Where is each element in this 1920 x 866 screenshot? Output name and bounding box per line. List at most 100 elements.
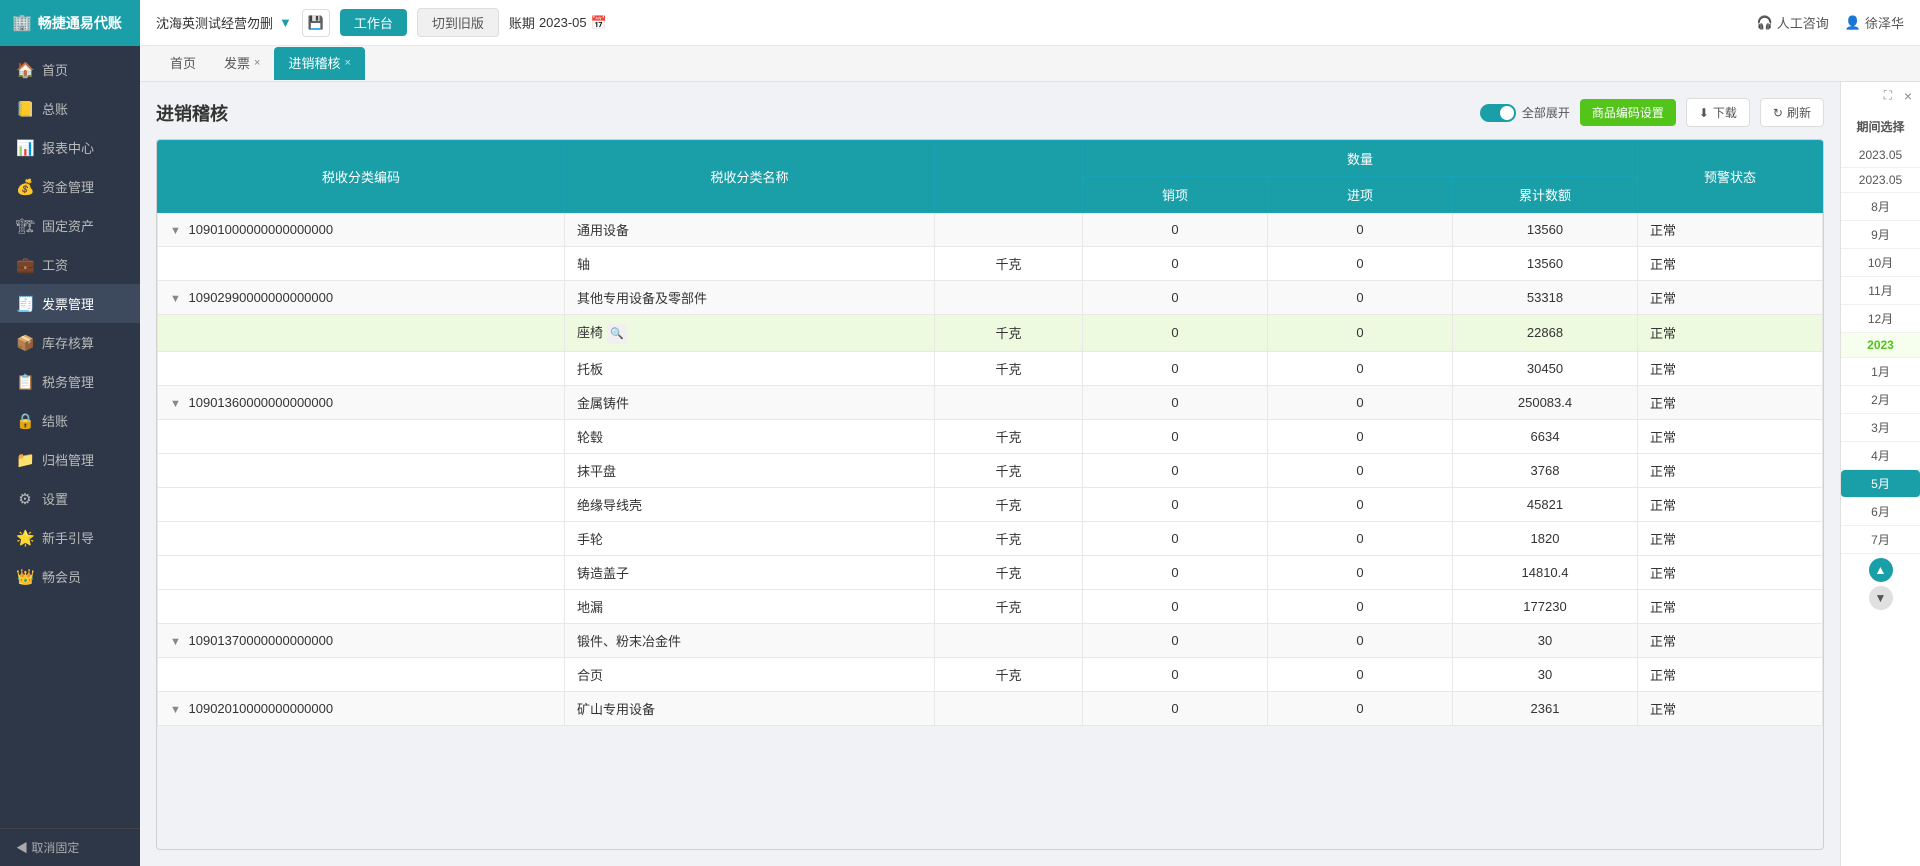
expand-icon[interactable]: ▼	[170, 704, 181, 716]
refresh-button[interactable]: ↻ 刷新	[1760, 98, 1824, 127]
sidebar-item-finance[interactable]: 💰 资金管理	[0, 167, 140, 206]
table-row-xiao: 0	[1083, 487, 1268, 521]
table-row-status: 正常	[1638, 487, 1823, 521]
table-row-unit: 千克	[935, 521, 1083, 555]
archive-icon: 📁	[16, 451, 34, 469]
expand-icon[interactable]: ▼	[170, 293, 181, 305]
table-row-code	[158, 453, 565, 487]
panel-close-btn[interactable]: ×	[1904, 88, 1912, 104]
period-item[interactable]: 2023	[1841, 333, 1920, 358]
sidebar-item-reports[interactable]: 📊 报表中心	[0, 128, 140, 167]
table-row-total: 22868	[1453, 315, 1638, 352]
table-row-jin: 0	[1268, 213, 1453, 247]
toggle-switch[interactable]	[1480, 104, 1516, 122]
period-list: 2023.052023.058月9月10月11月12月20231月2月3月4月5…	[1841, 143, 1920, 554]
table-row-jin: 0	[1268, 419, 1453, 453]
period-prefix: 账期	[509, 13, 535, 32]
table-row-status: 正常	[1638, 281, 1823, 315]
table-row-code	[158, 487, 565, 521]
company-dropdown-icon: ▼	[279, 15, 292, 30]
period-item[interactable]: 8月	[1841, 193, 1920, 221]
sidebar-item-closing[interactable]: 🔒 结账	[0, 401, 140, 440]
table-row-jin: 0	[1268, 385, 1453, 419]
sidebar-item-invoice[interactable]: 🧾 发票管理	[0, 284, 140, 323]
period-item[interactable]: 9月	[1841, 221, 1920, 249]
sidebar-item-ledger[interactable]: 📒 总账	[0, 89, 140, 128]
sidebar-bottom-toggle[interactable]: ◀ 取消固定	[0, 828, 140, 866]
period-item[interactable]: 1月	[1841, 358, 1920, 386]
expand-all-toggle[interactable]: 全部展开	[1480, 104, 1570, 122]
sidebar-item-inventory[interactable]: 📦 库存核算	[0, 323, 140, 362]
period-nav-down[interactable]: ▼	[1869, 586, 1893, 610]
table-row-xiao: 0	[1083, 623, 1268, 657]
table-row-xiao: 0	[1083, 521, 1268, 555]
sidebar-item-label: 结账	[42, 411, 68, 430]
tab-reconcile[interactable]: 进销稽核 ×	[274, 47, 364, 80]
sidebar-item-tax[interactable]: 📋 税务管理	[0, 362, 140, 401]
period-item[interactable]: 5月	[1841, 470, 1920, 498]
table-row-name: 通用设备	[565, 213, 935, 247]
th-status: 预警状态	[1638, 141, 1823, 213]
expand-icon[interactable]: ▼	[170, 636, 181, 648]
page-actions: 全部展开 商品编码设置 ⬇ 下载 ↻ 刷新	[1480, 98, 1824, 127]
table-row-jin: 0	[1268, 453, 1453, 487]
support-btn[interactable]: 🎧 人工咨询	[1757, 13, 1829, 32]
table-row-name: 托板	[565, 351, 935, 385]
download-button[interactable]: ⬇ 下载	[1686, 98, 1750, 127]
logo-text: 畅捷通易代账	[38, 13, 122, 33]
period-item[interactable]: 6月	[1841, 498, 1920, 526]
workbench-button[interactable]: 工作台	[340, 9, 407, 36]
table-row-status: 正常	[1638, 521, 1823, 555]
sidebar-item-salary[interactable]: 💼 工资	[0, 245, 140, 284]
sidebar-item-assets[interactable]: 🏗 固定资产	[0, 206, 140, 245]
tab-invoice-close[interactable]: ×	[254, 57, 260, 69]
data-table-wrap: 税收分类编码 税收分类名称 数量 预警状态 销项 进项 累计数额	[156, 139, 1824, 850]
table-row-status: 正常	[1638, 657, 1823, 691]
panel-expand-btn[interactable]: ⛶	[1884, 88, 1892, 103]
topbar: 沈海英测试经营勿删 ▼ 💾 工作台 切到旧版 账期 2023-05 📅 🎧 人工…	[140, 0, 1920, 46]
period-item[interactable]: 7月	[1841, 526, 1920, 554]
period-item[interactable]: 2月	[1841, 386, 1920, 414]
period-item[interactable]: 10月	[1841, 249, 1920, 277]
tab-home[interactable]: 首页	[156, 47, 210, 80]
sidebar-item-home[interactable]: 🏠 首页	[0, 50, 140, 89]
save-icon-btn[interactable]: 💾	[302, 9, 330, 37]
period-item[interactable]: 3月	[1841, 414, 1920, 442]
table-row-name: 轴	[565, 247, 935, 281]
sidebar-item-label: 新手引导	[42, 528, 94, 547]
tab-reconcile-close[interactable]: ×	[344, 57, 350, 69]
period-item[interactable]: 12月	[1841, 305, 1920, 333]
period-nav-up[interactable]: ▲	[1869, 558, 1893, 582]
table-row-total: 53318	[1453, 281, 1638, 315]
switch-version-button[interactable]: 切到旧版	[417, 8, 499, 37]
table-row-name: 金属铸件	[565, 385, 935, 419]
table-row-unit	[935, 213, 1083, 247]
tab-invoice[interactable]: 发票 ×	[210, 47, 274, 80]
table-row-code	[158, 315, 565, 352]
topbar-company[interactable]: 沈海英测试经营勿删 ▼	[156, 13, 292, 32]
sidebar-item-settings[interactable]: ⚙ 设置	[0, 479, 140, 518]
search-icon-cell[interactable]: 🔍	[607, 324, 627, 344]
invoice-icon: 🧾	[16, 295, 34, 313]
table-row-code	[158, 419, 565, 453]
expand-icon[interactable]: ▼	[170, 398, 181, 410]
table-row-status: 正常	[1638, 555, 1823, 589]
calendar-icon[interactable]: 📅	[591, 15, 607, 31]
table-row-status: 正常	[1638, 247, 1823, 281]
period-item[interactable]: 4月	[1841, 442, 1920, 470]
sidebar-item-member[interactable]: 👑 畅会员	[0, 557, 140, 596]
settings-icon: ⚙	[16, 490, 34, 508]
table-row-unit: 千克	[935, 247, 1083, 281]
user-profile-btn[interactable]: 👤 徐泽华	[1845, 13, 1904, 32]
period-item[interactable]: 11月	[1841, 277, 1920, 305]
product-code-button[interactable]: 商品编码设置	[1580, 99, 1676, 126]
sidebar-item-guide[interactable]: 🌟 新手引导	[0, 518, 140, 557]
panel-title: 期间选择	[1856, 118, 1904, 135]
period-item[interactable]: 2023.05	[1841, 168, 1920, 193]
sidebar-item-archive[interactable]: 📁 归档管理	[0, 440, 140, 479]
expand-icon[interactable]: ▼	[170, 225, 181, 237]
period-item[interactable]: 2023.05	[1841, 143, 1920, 168]
th-xiao: 销项	[1083, 177, 1268, 213]
table-row-total: 1820	[1453, 521, 1638, 555]
reports-icon: 📊	[16, 139, 34, 157]
